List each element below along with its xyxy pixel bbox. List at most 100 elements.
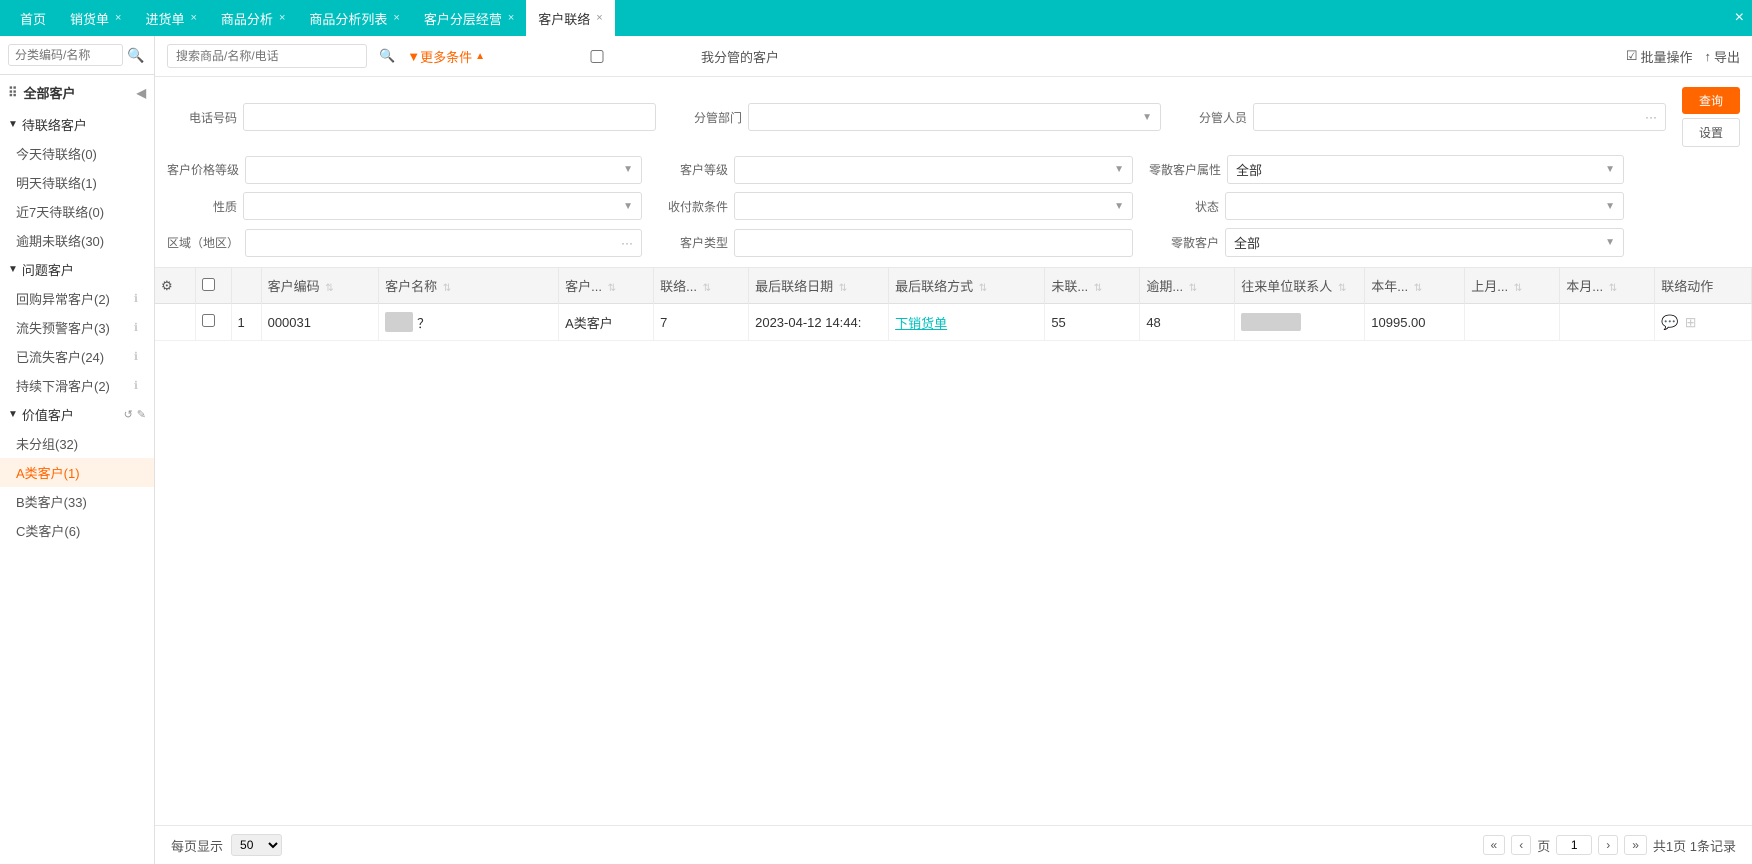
next-page-btn[interactable]: › (1598, 835, 1618, 855)
section-pending-contact[interactable]: ▼ 待联络客户 (0, 110, 154, 139)
last-page-btn[interactable]: » (1624, 835, 1647, 855)
th-name[interactable]: 客户名称 ⇅ (379, 268, 559, 304)
sidebar-item-class-a[interactable]: A类客户(1) (0, 458, 154, 487)
sidebar-item-overdue[interactable]: 逾期未联络(30) (0, 226, 154, 255)
th-last-month[interactable]: 上月... ⇅ (1465, 268, 1560, 304)
payment-select[interactable]: ▼ (734, 192, 1133, 220)
close-sales-tab[interactable]: × (115, 12, 121, 24)
edit-icon[interactable]: ✎ (137, 408, 146, 421)
export-icon: ↑ (1704, 49, 1711, 64)
search-input[interactable] (167, 44, 367, 68)
refresh-icon[interactable]: ↺ (124, 408, 133, 421)
nav-customer-tier[interactable]: 客户分层经营 × (412, 0, 526, 36)
th-last-date[interactable]: 最后联络日期 ⇅ (749, 268, 889, 304)
my-customers-checkbox[interactable] (497, 50, 697, 63)
section-arrow-3: ▼ (8, 409, 18, 420)
section-value-customers[interactable]: ▼ 价值客户 ↺ ✎ (0, 400, 154, 429)
manager-select[interactable]: ··· (1253, 103, 1666, 131)
customer-type-select[interactable] (734, 229, 1133, 257)
nav-home[interactable]: 首页 (8, 0, 58, 36)
sort-type-icon: ⇅ (608, 283, 616, 294)
settings-icon[interactable]: ⚙ (161, 278, 173, 293)
sidebar-item-tomorrow[interactable]: 明天待联络(1) (0, 168, 154, 197)
sidebar-item-repurchase-anomaly[interactable]: 回购异常客户(2) ℹ (0, 284, 154, 313)
th-not-contacted[interactable]: 未联... ⇅ (1045, 268, 1140, 304)
th-code[interactable]: 客户编码 ⇅ (261, 268, 379, 304)
region-select[interactable]: ··· (245, 229, 642, 257)
sidebar-collapse-btn[interactable]: ◀ (137, 86, 146, 100)
message-icon[interactable]: 💬 (1661, 314, 1678, 331)
adv-filter-row-4: 区域（地区） ··· 客户类型 零散客户 全部 (167, 228, 1740, 257)
pagination-left: 每页显示 50 20 100 (171, 834, 282, 856)
sidebar-search-icon[interactable]: 🔍 (127, 47, 144, 64)
nav-sales[interactable]: 销货单 × (58, 0, 133, 36)
section-problem-customers[interactable]: ▼ 问题客户 (0, 255, 154, 284)
th-overdue[interactable]: 逾期... ⇅ (1140, 268, 1235, 304)
batch-operation-btn[interactable]: ☑ 批量操作 (1626, 47, 1693, 66)
field-customer-type: 客户类型 (658, 229, 1133, 257)
sidebar-item-declining[interactable]: 持续下滑客户(2) ℹ (0, 371, 154, 400)
price-tier-select[interactable]: ▼ (245, 156, 642, 184)
nature-select[interactable]: ▼ (243, 192, 642, 220)
th-this-month[interactable]: 本月... ⇅ (1560, 268, 1655, 304)
select-all-checkbox[interactable] (202, 278, 215, 291)
sidebar-item-class-b[interactable]: B类客户(33) (0, 487, 154, 516)
sidebar-item-churned[interactable]: 已流失客户(24) ℹ (0, 342, 154, 371)
qr-icon[interactable]: ⊞ (1685, 314, 1697, 331)
nav-product-analysis-list[interactable]: 商品分析列表 × (297, 0, 411, 36)
row-checkbox[interactable] (202, 314, 215, 327)
sidebar-item-week[interactable]: 近7天待联络(0) (0, 197, 154, 226)
nav-purchase[interactable]: 进货单 × (133, 0, 208, 36)
sidebar: 🔍 ⠿ 全部客户 ◀ ▼ 待联络客户 今天待联络(0) 明天待联络(1) 近7天… (0, 36, 155, 864)
field-dept: 分管部门 ▼ (672, 103, 1161, 131)
customer-tier-select[interactable]: ▼ (734, 156, 1133, 184)
td-not-contacted: 55 (1045, 304, 1140, 341)
status-select[interactable]: ▼ (1225, 192, 1624, 220)
nav-product-analysis[interactable]: 商品分析 × (209, 0, 297, 36)
nav-customer-contact[interactable]: 客户联络 × (526, 0, 614, 36)
phone-input[interactable] (243, 103, 656, 131)
th-this-year[interactable]: 本年... ⇅ (1365, 268, 1465, 304)
sidebar-item-unclassified[interactable]: 未分组(32) (0, 429, 154, 458)
close-customer-tier-tab[interactable]: × (508, 12, 514, 24)
th-action: 联络动作 (1655, 268, 1752, 304)
sidebar-item-today[interactable]: 今天待联络(0) (0, 139, 154, 168)
phone-label: 电话号码 (167, 109, 237, 126)
th-last-method[interactable]: 最后联络方式 ⇅ (889, 268, 1045, 304)
close-all-tabs[interactable]: × (1735, 9, 1744, 27)
dept-select[interactable]: ▼ (748, 103, 1161, 131)
export-btn[interactable]: ↑ 导出 (1704, 47, 1740, 66)
last-method-link[interactable]: 下销货单 (895, 316, 947, 331)
field-status: 状态 ▼ (1149, 192, 1624, 220)
per-page-select[interactable]: 50 20 100 (231, 834, 282, 856)
close-customer-contact-tab[interactable]: × (596, 12, 602, 24)
close-product-analysis-tab[interactable]: × (279, 12, 285, 24)
prev-page-btn[interactable]: ‹ (1511, 835, 1531, 855)
retail-customer-select[interactable]: 全部 ▼ (1225, 228, 1624, 257)
field-retail-attr: 零散客户属性 全部 ▼ (1149, 155, 1624, 184)
close-product-list-tab[interactable]: × (393, 12, 399, 24)
td-type: A类客户 (559, 304, 654, 341)
th-contact-count[interactable]: 联络... ⇅ (654, 268, 749, 304)
field-region: 区域（地区） ··· (167, 229, 642, 257)
close-purchase-tab[interactable]: × (190, 12, 196, 24)
more-filters-btn[interactable]: ▼ 更多条件 ▲ (407, 47, 485, 66)
query-button[interactable]: 查询 (1682, 87, 1740, 114)
sidebar-search-input[interactable] (8, 44, 123, 66)
retail-attr-select[interactable]: 全部 ▼ (1227, 155, 1624, 184)
sidebar-all-customers[interactable]: ⠿ 全部客户 ◀ (0, 75, 154, 110)
filter-bar-right: ☑ 批量操作 ↑ 导出 (1626, 47, 1740, 66)
first-page-btn[interactable]: « (1483, 835, 1506, 855)
retail-attr-arrow: ▼ (1605, 164, 1615, 175)
setting-button[interactable]: 设置 (1682, 118, 1740, 147)
td-last-method: 下销货单 (889, 304, 1045, 341)
th-type[interactable]: 客户... ⇅ (559, 268, 654, 304)
page-number-input[interactable] (1556, 835, 1592, 855)
retail-customer-arrow: ▼ (1605, 237, 1615, 248)
per-page-label: 每页显示 (171, 836, 223, 855)
my-customers-checkbox-label[interactable]: 我分管的客户 (497, 47, 779, 66)
th-unit-contact[interactable]: 往来单位联系人 ⇅ (1235, 268, 1365, 304)
sidebar-item-class-c[interactable]: C类客户(6) (0, 516, 154, 545)
filter-search-icon[interactable]: 🔍 (379, 48, 395, 64)
sidebar-item-churn-warning[interactable]: 流失预警客户(3) ℹ (0, 313, 154, 342)
